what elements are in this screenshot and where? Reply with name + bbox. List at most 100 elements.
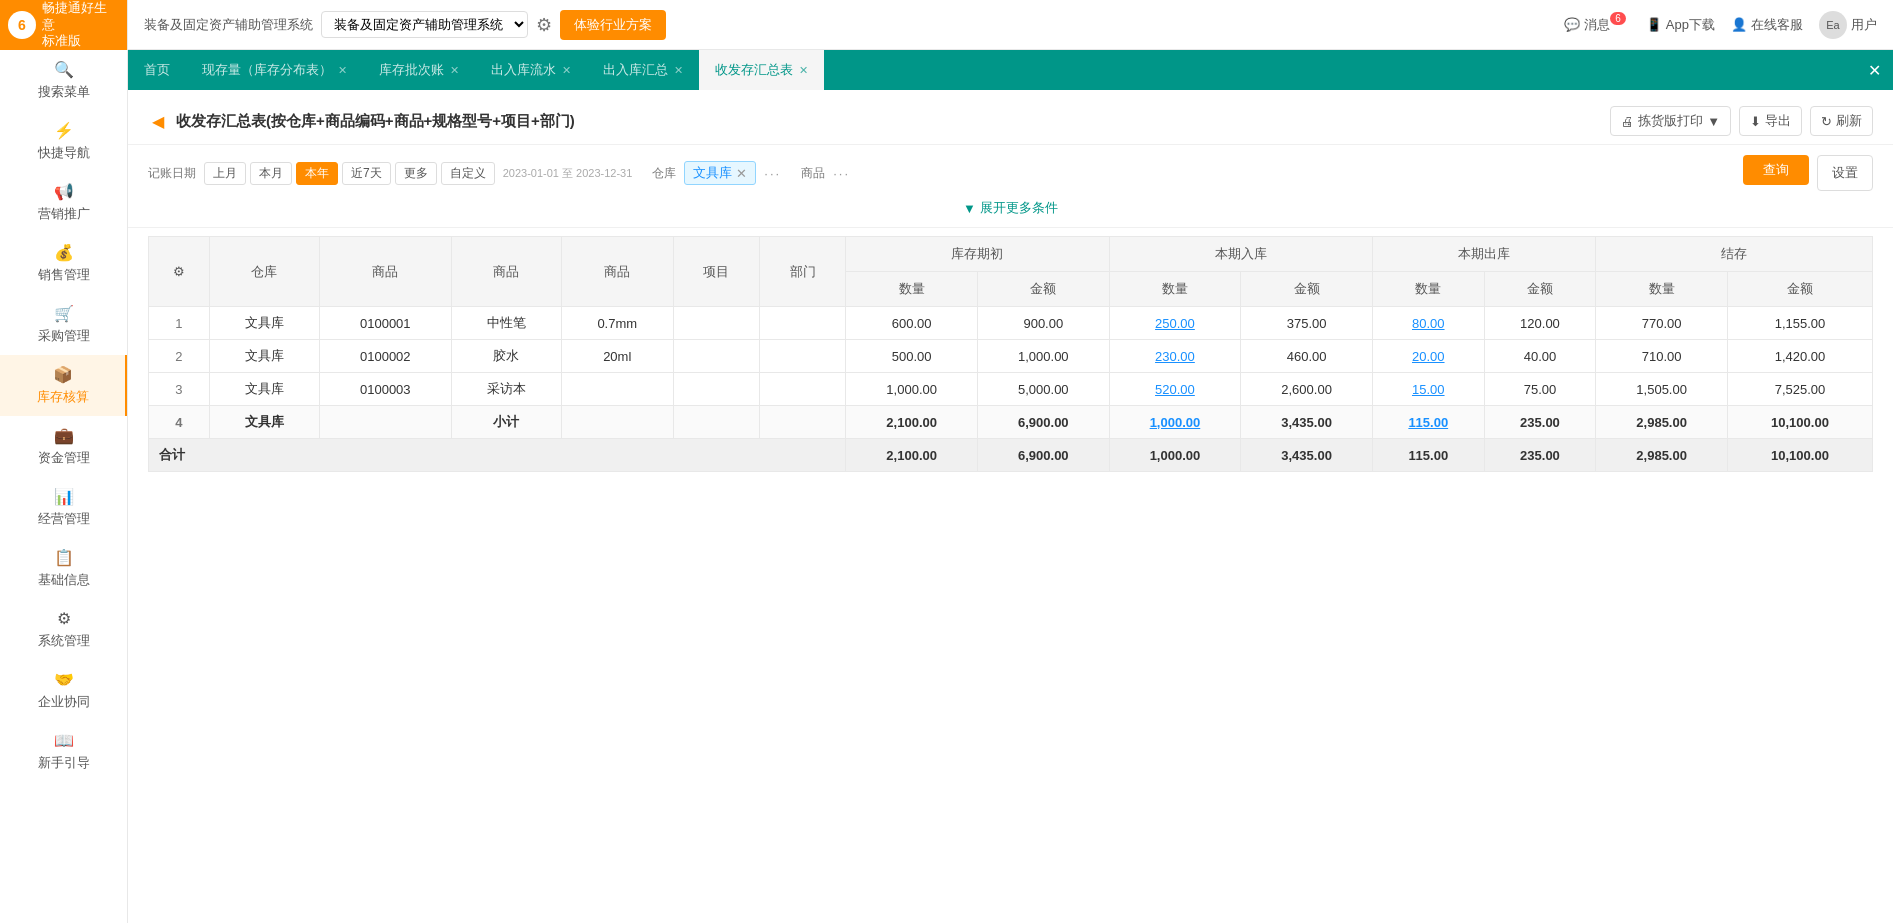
sidebar-item-quicknav[interactable]: ⚡ 快捷导航 (0, 111, 127, 172)
tab-close-inventory-dist[interactable]: ✕ (338, 64, 347, 77)
content-area: ◀ 收发存汇总表(按仓库+商品编码+商品+规格型号+项目+部门) 🖨 拣货版打印… (128, 90, 1893, 923)
trial-btn[interactable]: 体验行业方案 (560, 10, 666, 40)
row-bal-qty: 1,505.00 (1596, 373, 1728, 406)
row-warehouse: 文具库 (209, 406, 319, 439)
purchase-icon: 🛒 (54, 304, 74, 323)
warehouse-tag-close[interactable]: ✕ (736, 166, 747, 181)
print-btn[interactable]: 🖨 拣货版打印 ▼ (1610, 106, 1731, 136)
out-qty-cell[interactable]: 80.00 (1372, 307, 1484, 340)
row-out-amt: 75.00 (1484, 373, 1596, 406)
th-code: 商品 (319, 237, 451, 307)
out-qty-cell[interactable]: 115.00 (1372, 406, 1484, 439)
table-row: 2 文具库 0100002 胶水 20ml 500.00 1,000.00 23… (149, 340, 1873, 373)
tab-close-flow[interactable]: ✕ (562, 64, 571, 77)
tab-batch[interactable]: 库存批次账 ✕ (363, 50, 475, 90)
topbar: 装备及固定资产辅助管理系统 装备及固定资产辅助管理系统 ⚙ 体验行业方案 💬 消… (128, 0, 1893, 50)
th-in-qty: 数量 (1109, 272, 1241, 307)
sales-icon: 💰 (54, 243, 74, 262)
messages-item[interactable]: 💬 消息 6 (1564, 16, 1630, 34)
row-open-qty: 600.00 (846, 307, 978, 340)
main-content: 装备及固定资产辅助管理系统 装备及固定资产辅助管理系统 ⚙ 体验行业方案 💬 消… (128, 0, 1893, 923)
sidebar-item-enterprise[interactable]: 🤝 企业协同 (0, 660, 127, 721)
row-spec (561, 373, 673, 406)
settings-filter-btn[interactable]: 设置 (1817, 155, 1873, 191)
expand-down-icon: ▼ (963, 201, 976, 216)
filter-bar: 记账日期 上月 本月 本年 近7天 更多 自定义 2023-01-01 至 20… (128, 145, 1893, 228)
export-icon: ⬇ (1750, 114, 1761, 129)
th-settings[interactable]: ⚙ (149, 237, 210, 307)
tab-inout-summary[interactable]: 出入库汇总 ✕ (587, 50, 699, 90)
row-out-amt: 40.00 (1484, 340, 1596, 373)
out-qty-cell[interactable]: 20.00 (1372, 340, 1484, 373)
row-in-amt: 375.00 (1241, 307, 1373, 340)
tab-close-batch[interactable]: ✕ (450, 64, 459, 77)
tab-recv-summary[interactable]: 收发存汇总表 ✕ (699, 50, 824, 90)
row-code: 0100003 (319, 373, 451, 406)
collapse-btn[interactable]: ◀ (148, 108, 168, 135)
user-item[interactable]: Ea 用户 (1819, 11, 1877, 39)
date-btn-7days[interactable]: 近7天 (342, 162, 391, 185)
refresh-btn[interactable]: ↻ 刷新 (1810, 106, 1873, 136)
app-download-item[interactable]: 📱 App下载 (1646, 16, 1715, 34)
warehouse-more-dots[interactable]: ··· (764, 166, 781, 181)
query-btn[interactable]: 查询 (1743, 155, 1809, 185)
row-open-qty: 1,000.00 (846, 373, 978, 406)
row-bal-amt: 1,155.00 (1727, 307, 1872, 340)
tab-flow[interactable]: 出入库流水 ✕ (475, 50, 587, 90)
total-bal-qty: 2,985.00 (1596, 439, 1728, 472)
enterprise-icon: 🤝 (54, 670, 74, 689)
date-buttons: 上月 本月 本年 近7天 更多 自定义 (204, 162, 495, 185)
sidebar-item-search[interactable]: 🔍 搜索菜单 (0, 50, 127, 111)
date-btn-custom[interactable]: 自定义 (441, 162, 495, 185)
export-btn[interactable]: ⬇ 导出 (1739, 106, 1802, 136)
th-balance: 结存 (1596, 237, 1873, 272)
tab-inventory-dist[interactable]: 现存量（库存分布表） ✕ (186, 50, 363, 90)
topbar-settings-icon[interactable]: ⚙ (536, 14, 552, 36)
th-open-qty: 数量 (846, 272, 978, 307)
th-name: 商品 (451, 237, 561, 307)
table-container: ⚙ 仓库 商品 商品 商品 项目 部门 库存期初 本期入库 本期出库 结存 (128, 236, 1893, 492)
sidebar-item-basic[interactable]: 📋 基础信息 (0, 538, 127, 599)
system-dropdown[interactable]: 装备及固定资产辅助管理系统 (321, 11, 528, 38)
sidebar-item-guide[interactable]: 📖 新手引导 (0, 721, 127, 782)
in-qty-cell[interactable]: 1,000.00 (1109, 406, 1241, 439)
logo-text: 畅捷通好生意 标准版 (42, 0, 119, 50)
chevron-down-icon: ▼ (1707, 114, 1720, 129)
row-open-qty: 500.00 (846, 340, 978, 373)
page-title: 收发存汇总表(按仓库+商品编码+商品+规格型号+项目+部门) (176, 112, 575, 131)
date-range: 2023-01-01 至 2023-12-31 (503, 166, 633, 181)
in-qty-cell[interactable]: 520.00 (1109, 373, 1241, 406)
row-spec: 20ml (561, 340, 673, 373)
in-qty-cell[interactable]: 250.00 (1109, 307, 1241, 340)
tab-home[interactable]: 首页 (128, 50, 186, 90)
row-dept (759, 406, 845, 439)
date-btn-this-year[interactable]: 本年 (296, 162, 338, 185)
page: ◀ 收发存汇总表(按仓库+商品编码+商品+规格型号+项目+部门) 🖨 拣货版打印… (128, 90, 1893, 923)
guide-icon: 📖 (54, 731, 74, 750)
row-num: 3 (149, 373, 210, 406)
expand-conditions-btn[interactable]: ▼ 展开更多条件 (963, 199, 1058, 217)
sidebar-item-purchase[interactable]: 🛒 采购管理 (0, 294, 127, 355)
sidebar-item-system[interactable]: ⚙ 系统管理 (0, 599, 127, 660)
goods-more-dots[interactable]: ··· (833, 166, 850, 181)
row-spec: 0.7mm (561, 307, 673, 340)
th-warehouse: 仓库 (209, 237, 319, 307)
sidebar-item-finance[interactable]: 💼 资金管理 (0, 416, 127, 477)
date-btn-last-month[interactable]: 上月 (204, 162, 246, 185)
date-btn-more[interactable]: 更多 (395, 162, 437, 185)
row-project (673, 373, 759, 406)
date-btn-this-month[interactable]: 本月 (250, 162, 292, 185)
in-qty-cell[interactable]: 230.00 (1109, 340, 1241, 373)
sidebar-item-operations[interactable]: 📊 经营管理 (0, 477, 127, 538)
tabbar-close-btn[interactable]: ✕ (1856, 61, 1893, 80)
online-support-item[interactable]: 👤 在线客服 (1731, 16, 1803, 34)
tab-close-inout-summary[interactable]: ✕ (674, 64, 683, 77)
row-name: 采访本 (451, 373, 561, 406)
row-out-amt: 235.00 (1484, 406, 1596, 439)
date-label: 记账日期 (148, 165, 196, 182)
sidebar-item-sales[interactable]: 💰 销售管理 (0, 233, 127, 294)
out-qty-cell[interactable]: 15.00 (1372, 373, 1484, 406)
tab-close-recv-summary[interactable]: ✕ (799, 64, 808, 77)
sidebar-item-marketing[interactable]: 📢 营销推广 (0, 172, 127, 233)
sidebar-item-inventory[interactable]: 📦 库存核算 (0, 355, 127, 416)
